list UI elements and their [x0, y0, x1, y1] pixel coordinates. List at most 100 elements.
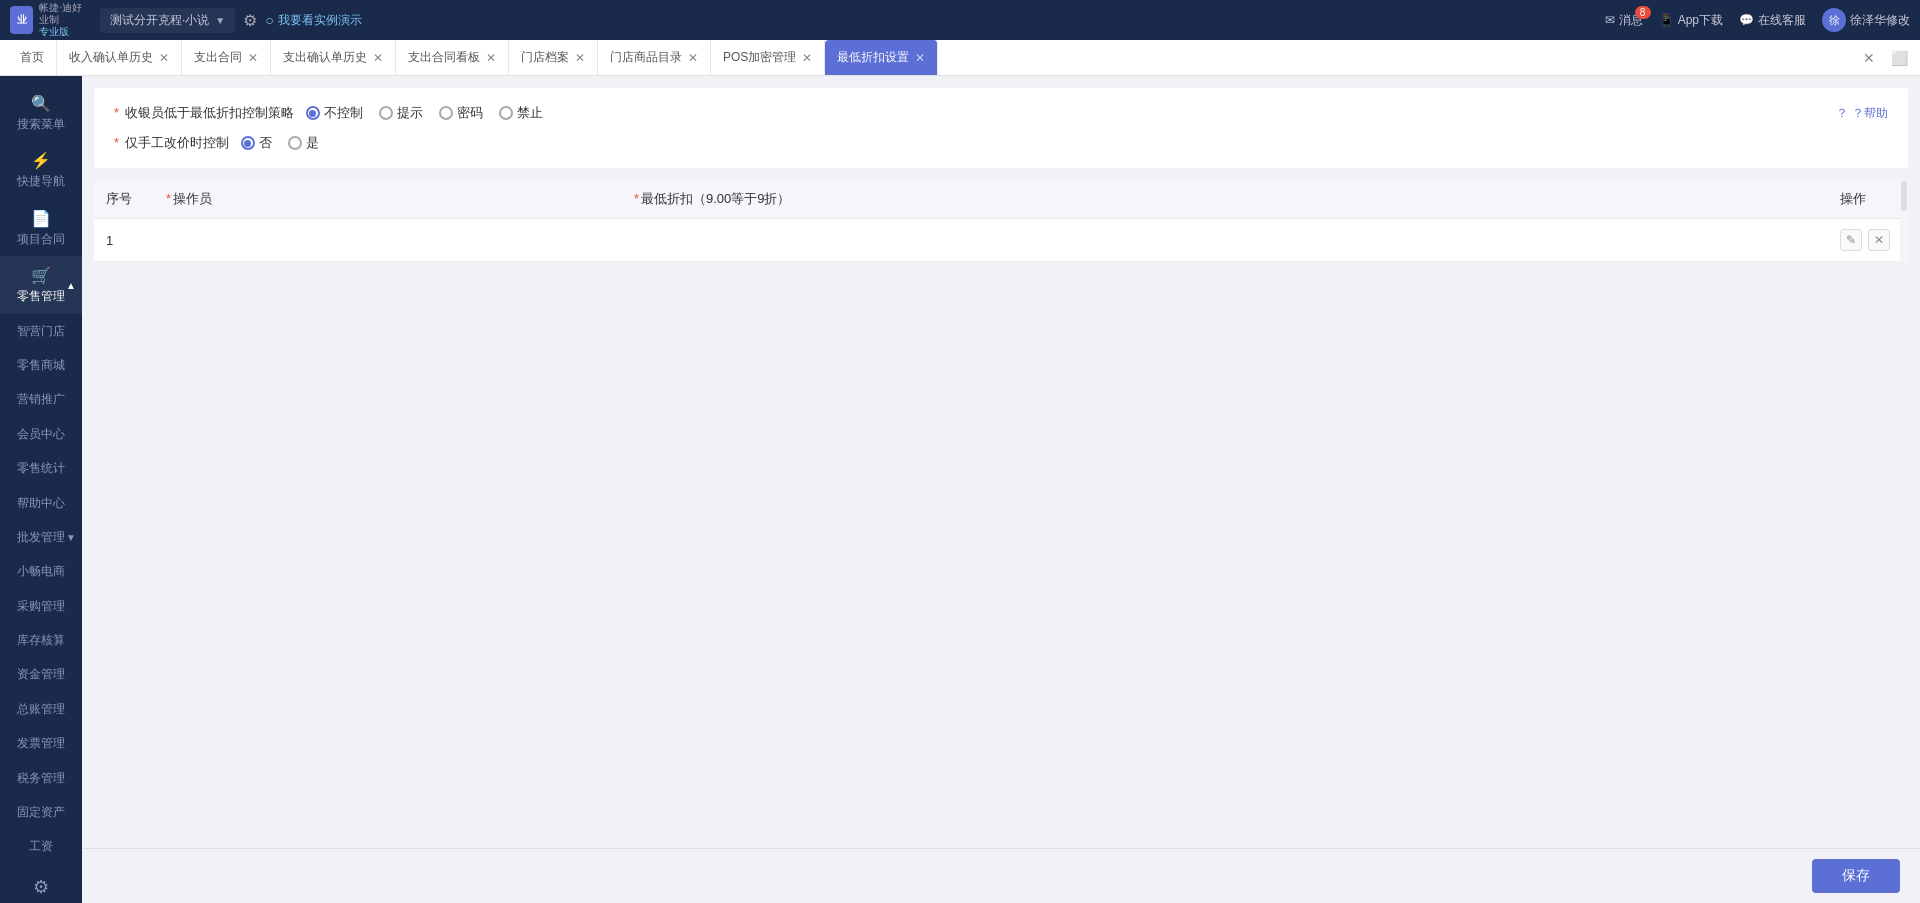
- col-header-actions: 操作: [1828, 180, 1908, 219]
- sidebar-item-project-contract[interactable]: 📄 项目合同: [0, 199, 82, 256]
- service-icon: 💬: [1739, 13, 1754, 27]
- tab-pos-password[interactable]: POS加密管理 ✕: [711, 40, 825, 76]
- sidebar-item-tax[interactable]: 税务管理: [0, 761, 82, 795]
- close-icon[interactable]: ✕: [486, 51, 496, 65]
- tab-min-discount[interactable]: 最低折扣设置 ✕: [825, 40, 938, 76]
- tab-pay-contract[interactable]: 支出合同 ✕: [182, 40, 271, 76]
- top-bar-left: 业 帐捷·迪好业制 专业版 测试分开克程·小说 ▼ ⚙ 我要看实例演示: [10, 2, 362, 38]
- app-download-button[interactable]: 📱 App下载: [1659, 12, 1723, 29]
- delete-button[interactable]: ✕: [1868, 229, 1890, 251]
- close-icon[interactable]: ✕: [159, 51, 169, 65]
- sidebar-item-retail-mgmt[interactable]: 🛒 零售管理 ▲: [0, 256, 82, 313]
- message-badge: 8: [1635, 6, 1651, 19]
- sidebar-item-smart-store[interactable]: 智营门店: [0, 314, 82, 348]
- close-icon[interactable]: ✕: [373, 51, 383, 65]
- sidebar-item-member-center[interactable]: 会员中心: [0, 417, 82, 451]
- scroll-thumb: [1901, 181, 1907, 211]
- main-layout: 🔍 搜索菜单 ⚡ 快捷导航 📄 项目合同 🛒 零售管理 ▲ 智营门店 零售商城 …: [0, 76, 1920, 903]
- radio-circle: [379, 106, 393, 120]
- maximize-tab-button[interactable]: ⬜: [1887, 48, 1912, 68]
- page-footer: 保存: [82, 848, 1920, 903]
- table-scrollbar[interactable]: [1900, 180, 1908, 262]
- avatar: 徐: [1822, 8, 1846, 32]
- sidebar-item-marketing[interactable]: 营销推广: [0, 382, 82, 416]
- form-card: * 收银员低于最低折扣控制策略 不控制 提示: [94, 88, 1908, 168]
- sidebar-item-help-center[interactable]: 帮助中心: [0, 486, 82, 520]
- user-menu-button[interactable]: 徐 徐泽华修改: [1822, 8, 1910, 32]
- sidebar-item-salary[interactable]: 工资: [0, 829, 82, 863]
- table-header-row: 序号 *操作员 *最低折扣（9.00等于9折） 操作: [94, 180, 1908, 219]
- quicknav-icon: ⚡: [31, 151, 51, 170]
- close-icon[interactable]: ✕: [575, 51, 585, 65]
- top-bar: 业 帐捷·迪好业制 专业版 测试分开克程·小说 ▼ ⚙ 我要看实例演示 ✉ 消息…: [0, 0, 1920, 40]
- radio-remind[interactable]: 提示: [379, 104, 423, 122]
- col-header-operator: *操作员: [154, 180, 622, 219]
- sidebar-item-ecommerce[interactable]: 小畅电商: [0, 554, 82, 588]
- cashier-policy-row: * 收银员低于最低折扣控制策略 不控制 提示: [114, 104, 1888, 122]
- download-icon: 📱: [1659, 13, 1674, 27]
- help-button[interactable]: ？ ？帮助: [1836, 105, 1888, 122]
- manual-price-radio-group: 否 是: [241, 134, 319, 152]
- session-tab[interactable]: 测试分开克程·小说 ▼: [100, 8, 235, 33]
- sidebar-item-retail-mall[interactable]: 零售商城: [0, 348, 82, 382]
- chevron-up-icon: ▲: [66, 279, 76, 290]
- tab-home[interactable]: 首页: [8, 40, 57, 76]
- logo-text: 帐捷·迪好业制 专业版: [39, 2, 92, 38]
- retail-icon: 🛒: [31, 266, 51, 285]
- manual-price-label: * 仅手工改价时控制: [114, 134, 229, 152]
- radio-circle: [499, 106, 513, 120]
- cell-min-discount: [622, 219, 1828, 262]
- sidebar-item-finance[interactable]: 资金管理: [0, 657, 82, 691]
- message-button[interactable]: ✉ 消息 8: [1605, 12, 1643, 29]
- close-icon[interactable]: ✕: [915, 51, 925, 65]
- close-icon[interactable]: ✕: [248, 51, 258, 65]
- top-bar-right: ✉ 消息 8 📱 App下载 💬 在线客服 徐 徐泽华修改: [1605, 8, 1910, 32]
- radio-circle: [288, 136, 302, 150]
- sidebar-item-fixed-assets[interactable]: 固定资产: [0, 795, 82, 829]
- edit-button[interactable]: ✎: [1840, 229, 1862, 251]
- sidebar-item-retail-stats[interactable]: 零售统计: [0, 451, 82, 485]
- session-arrow: ▼: [215, 15, 225, 26]
- radio-circle: [241, 136, 255, 150]
- sidebar-bottom: ⚙: [33, 864, 49, 903]
- settings-icon[interactable]: ⚙: [33, 864, 49, 903]
- action-icons: ✎ ✕: [1840, 229, 1896, 251]
- sidebar-item-invoice[interactable]: 发票管理: [0, 726, 82, 760]
- tab-income-history[interactable]: 收入确认单历史 ✕: [57, 40, 182, 76]
- save-button[interactable]: 保存: [1812, 859, 1900, 893]
- radio-manual-yes[interactable]: 是: [288, 134, 319, 152]
- content-area: * 收银员低于最低折扣控制策略 不控制 提示: [82, 76, 1920, 903]
- message-icon: ✉: [1605, 13, 1615, 27]
- table-row: 1 ✎ ✕: [94, 219, 1908, 262]
- tab-store-goods[interactable]: 门店商品目录 ✕: [598, 40, 711, 76]
- sidebar-item-wholesale[interactable]: 批发管理 ▼: [0, 520, 82, 554]
- cell-seq: 1: [94, 219, 154, 262]
- radio-password[interactable]: 密码: [439, 104, 483, 122]
- close-icon[interactable]: ✕: [802, 51, 812, 65]
- discount-table: 序号 *操作员 *最低折扣（9.00等于9折） 操作: [94, 180, 1908, 262]
- tab-store-file[interactable]: 门店档案 ✕: [509, 40, 598, 76]
- gear-icon[interactable]: ⚙: [243, 11, 257, 30]
- sidebar-item-ledger[interactable]: 总账管理: [0, 692, 82, 726]
- page-content: * 收银员低于最低折扣控制策略 不控制 提示: [82, 76, 1920, 848]
- online-service-button[interactable]: 💬 在线客服: [1739, 12, 1806, 29]
- sidebar-item-inventory[interactable]: 库存核算: [0, 623, 82, 657]
- radio-forbid[interactable]: 禁止: [499, 104, 543, 122]
- radio-no-control[interactable]: 不控制: [306, 104, 363, 122]
- close-icon[interactable]: ✕: [688, 51, 698, 65]
- table-wrapper: 序号 *操作员 *最低折扣（9.00等于9折） 操作: [94, 180, 1908, 262]
- close-tab-button[interactable]: ✕: [1859, 48, 1879, 68]
- cell-actions: ✎ ✕: [1828, 219, 1908, 262]
- col-header-seq: 序号: [94, 180, 154, 219]
- tab-pay-contract-board[interactable]: 支出合同看板 ✕: [396, 40, 509, 76]
- question-icon: ？: [1836, 105, 1848, 122]
- contract-icon: 📄: [31, 209, 51, 228]
- tab-pay-confirm-history[interactable]: 支出确认单历史 ✕: [271, 40, 396, 76]
- sidebar: 🔍 搜索菜单 ⚡ 快捷导航 📄 项目合同 🛒 零售管理 ▲ 智营门店 零售商城 …: [0, 76, 82, 903]
- sidebar-item-search[interactable]: 🔍 搜索菜单: [0, 84, 82, 141]
- sidebar-item-purchase[interactable]: 采购管理: [0, 589, 82, 623]
- radio-manual-no[interactable]: 否: [241, 134, 272, 152]
- session-label: 测试分开克程·小说: [110, 12, 209, 29]
- sidebar-item-quicknav[interactable]: ⚡ 快捷导航: [0, 141, 82, 198]
- demo-link[interactable]: 我要看实例演示: [265, 12, 361, 29]
